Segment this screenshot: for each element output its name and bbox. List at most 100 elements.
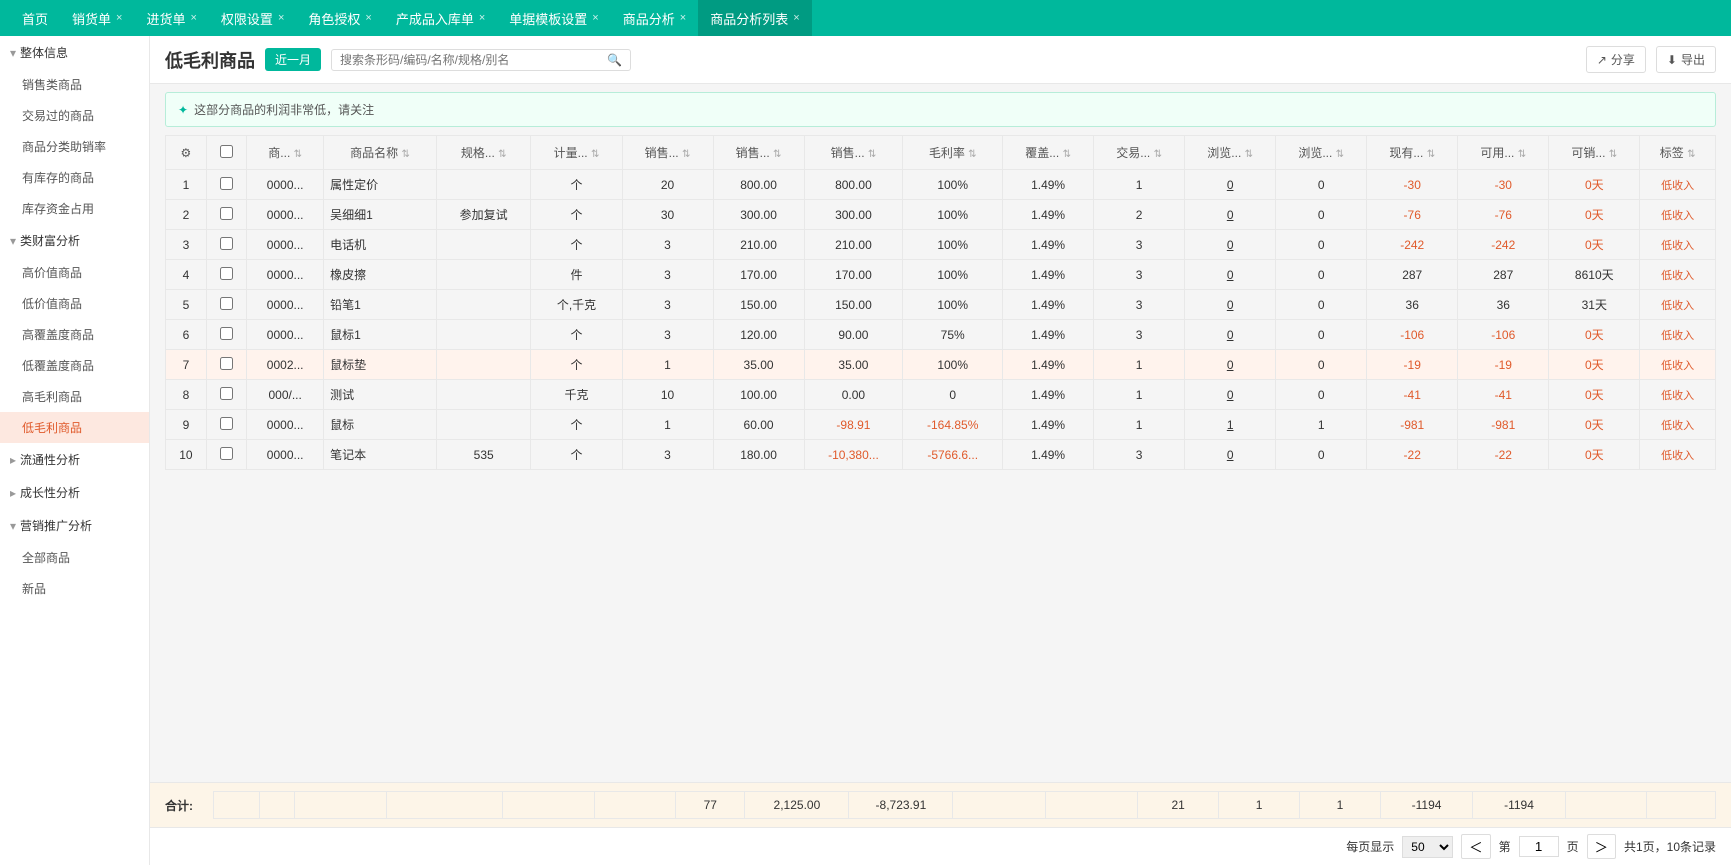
sidebar-item-stocked-goods[interactable]: 有库存的商品 <box>0 162 149 193</box>
close-permissions-icon[interactable]: × <box>278 12 284 24</box>
close-product-analysis-icon[interactable]: × <box>680 12 686 24</box>
col-gross-margin-header[interactable]: 毛利率 ⇅ <box>903 136 1003 170</box>
cell-name[interactable]: 属性定价 <box>324 170 437 200</box>
nav-sales-order[interactable]: 销货单 × <box>60 0 134 36</box>
export-button[interactable]: ⬇ 导出 <box>1656 46 1716 73</box>
row-checkbox[interactable] <box>220 267 233 280</box>
col-view1-header[interactable]: 浏览... ⇅ <box>1185 136 1276 170</box>
sidebar-section-header-overall[interactable]: ▾ 整体信息 <box>0 36 149 69</box>
cell-view1[interactable]: 1 <box>1185 410 1276 440</box>
row-checkbox[interactable] <box>220 297 233 310</box>
cell-name[interactable]: 鼠标垫 <box>324 350 437 380</box>
sidebar-item-low-margin[interactable]: 低毛利商品 <box>0 412 149 443</box>
nav-permissions[interactable]: 权限设置 × <box>209 0 296 36</box>
cell-name[interactable]: 电话机 <box>324 230 437 260</box>
row-checkbox[interactable] <box>220 207 233 220</box>
col-coverage-header[interactable]: 覆盖... ⇅ <box>1003 136 1094 170</box>
row-checkbox[interactable] <box>220 177 233 190</box>
col-code-header[interactable]: 商... ⇅ <box>247 136 324 170</box>
nav-product-analysis-list[interactable]: 商品分析列表 × <box>698 0 811 36</box>
close-template-settings-icon[interactable]: × <box>592 12 598 24</box>
close-role-auth-icon[interactable]: × <box>365 12 371 24</box>
sidebar-section-header-marketing[interactable]: ▾ 营销推广分析 <box>0 509 149 542</box>
row-checkbox[interactable] <box>220 237 233 250</box>
row-checkbox[interactable] <box>220 417 233 430</box>
nav-template-settings[interactable]: 单据模板设置 × <box>497 0 610 36</box>
cell-name[interactable]: 测试 <box>324 380 437 410</box>
sidebar-item-low-coverage[interactable]: 低覆盖度商品 <box>0 350 149 381</box>
cell-gross-margin: -5766.6... <box>903 440 1003 470</box>
sidebar-section-header-circulation[interactable]: ▸ 流通性分析 <box>0 443 149 476</box>
sidebar-item-stock-funds[interactable]: 库存资金占用 <box>0 193 149 224</box>
sidebar-section-header-growth[interactable]: ▸ 成长性分析 <box>0 476 149 509</box>
sidebar-section-header-wealth[interactable]: ▾ 类财富分析 <box>0 224 149 257</box>
sidebar-item-category-rate[interactable]: 商品分类助销率 <box>0 131 149 162</box>
close-product-analysis-list-icon[interactable]: × <box>793 12 799 24</box>
cell-name[interactable]: 笔记本 <box>324 440 437 470</box>
nav-home[interactable]: 首页 <box>10 0 60 36</box>
sidebar-item-high-margin[interactable]: 高毛利商品 <box>0 381 149 412</box>
nav-product-entry[interactable]: 产成品入库单 × <box>384 0 497 36</box>
sidebar-item-sales-goods[interactable]: 销售类商品 <box>0 69 149 100</box>
time-filter-button[interactable]: 近一月 <box>265 48 321 71</box>
nav-product-analysis[interactable]: 商品分析 × <box>611 0 698 36</box>
col-sales-price-header[interactable]: 销售... ⇅ <box>713 136 804 170</box>
nav-role-auth[interactable]: 角色授权 × <box>296 0 383 36</box>
cell-sales-count: 20 <box>622 170 713 200</box>
col-settings[interactable]: ⚙ <box>166 136 207 170</box>
cell-view1[interactable]: 0 <box>1185 170 1276 200</box>
cell-name[interactable]: 鼠标 <box>324 410 437 440</box>
col-name-header[interactable]: 商品名称 ⇅ <box>324 136 437 170</box>
row-checkbox[interactable] <box>220 447 233 460</box>
sidebar-item-high-value[interactable]: 高价值商品 <box>0 257 149 288</box>
cell-view1[interactable]: 0 <box>1185 230 1276 260</box>
close-sales-order-icon[interactable]: × <box>116 12 122 24</box>
cell-name[interactable]: 橡皮擦 <box>324 260 437 290</box>
cell-name[interactable]: 吴细细1 <box>324 200 437 230</box>
notice-icon: ✦ <box>178 103 188 117</box>
search-input[interactable] <box>340 53 602 67</box>
cell-view1[interactable]: 0 <box>1185 200 1276 230</box>
cell-coverage: 1.49% <box>1003 440 1094 470</box>
next-page-button[interactable]: ＞ <box>1587 834 1616 859</box>
cell-name[interactable]: 铅笔1 <box>324 290 437 320</box>
sidebar-item-new-goods[interactable]: 新品 <box>0 573 149 604</box>
close-product-entry-icon[interactable]: × <box>479 12 485 24</box>
col-sellable-header[interactable]: 可销... ⇅ <box>1549 136 1640 170</box>
col-sales-count-header[interactable]: 销售... ⇅ <box>622 136 713 170</box>
cell-check <box>206 260 246 290</box>
cell-view1[interactable]: 0 <box>1185 320 1276 350</box>
col-spec-header[interactable]: 规格... ⇅ <box>436 136 531 170</box>
sidebar-item-all-goods[interactable]: 全部商品 <box>0 542 149 573</box>
cell-view1[interactable]: 0 <box>1185 350 1276 380</box>
row-checkbox[interactable] <box>220 387 233 400</box>
table-row: 10 0000... 笔记本 535 个 3 180.00 -10,380...… <box>166 440 1716 470</box>
col-unit-header[interactable]: 计量... ⇅ <box>531 136 622 170</box>
cell-name[interactable]: 鼠标1 <box>324 320 437 350</box>
page-input[interactable] <box>1519 836 1559 857</box>
share-button[interactable]: ↗ 分享 <box>1586 46 1646 73</box>
col-tag-header[interactable]: 标签 ⇅ <box>1640 136 1716 170</box>
row-checkbox[interactable] <box>220 357 233 370</box>
select-all-checkbox[interactable] <box>220 145 233 158</box>
per-page-select[interactable]: 50 100 200 <box>1402 836 1453 858</box>
col-view2-header[interactable]: 浏览... ⇅ <box>1276 136 1367 170</box>
cell-view1[interactable]: 0 <box>1185 290 1276 320</box>
close-purchase-order-icon[interactable]: × <box>190 12 196 24</box>
sidebar-item-low-value[interactable]: 低价值商品 <box>0 288 149 319</box>
sidebar-item-traded-goods[interactable]: 交易过的商品 <box>0 100 149 131</box>
col-transaction-header[interactable]: 交易... ⇅ <box>1094 136 1185 170</box>
row-checkbox[interactable] <box>220 327 233 340</box>
cell-view1[interactable]: 0 <box>1185 440 1276 470</box>
col-available-stock-header[interactable]: 可用... ⇅ <box>1458 136 1549 170</box>
cell-tag: 低收入 <box>1640 410 1716 440</box>
col-sales-amount-header[interactable]: 销售... ⇅ <box>804 136 903 170</box>
col-current-stock-header[interactable]: 现有... ⇅ <box>1367 136 1458 170</box>
settings-icon[interactable]: ⚙ <box>181 146 192 160</box>
nav-purchase-order[interactable]: 进货单 × <box>134 0 208 36</box>
prev-page-button[interactable]: ＜ <box>1461 834 1490 859</box>
cell-sales-price: 170.00 <box>713 260 804 290</box>
cell-view1[interactable]: 0 <box>1185 260 1276 290</box>
sidebar-item-high-coverage[interactable]: 高覆盖度商品 <box>0 319 149 350</box>
cell-view1[interactable]: 0 <box>1185 380 1276 410</box>
